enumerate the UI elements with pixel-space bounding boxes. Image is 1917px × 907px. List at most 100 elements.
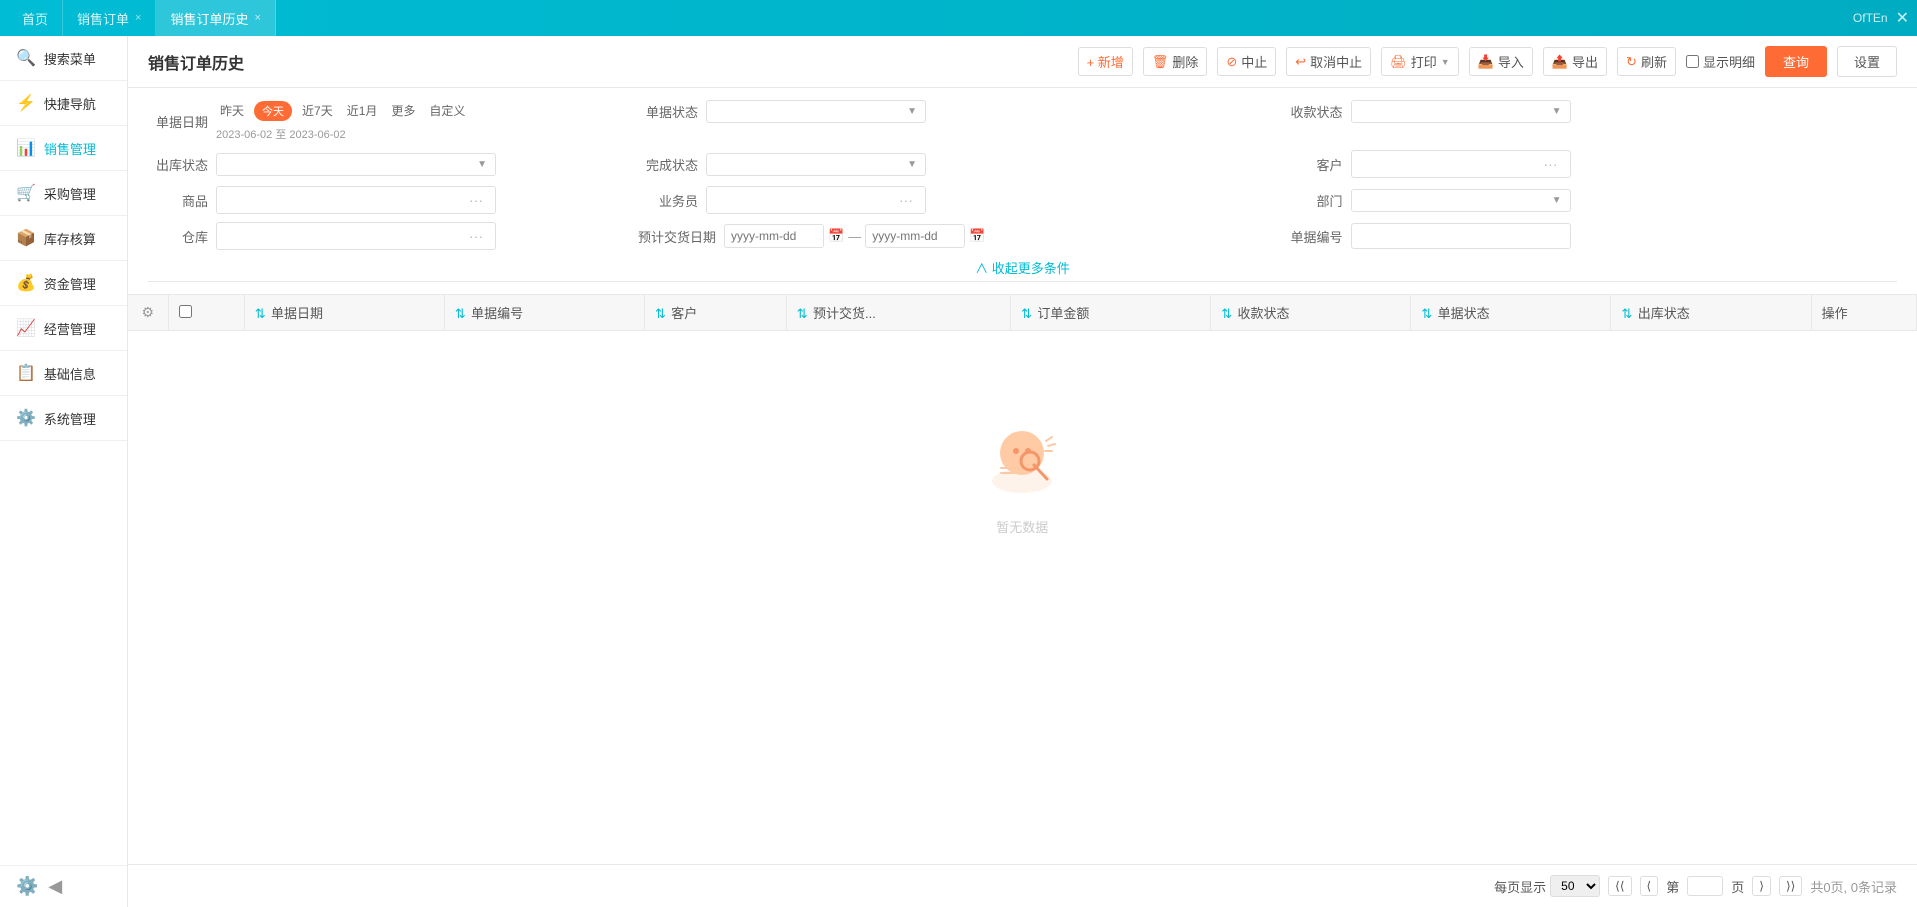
tab-sales-order-history-close[interactable]: ×	[254, 12, 260, 24]
tab-sales-order-history[interactable]: 销售订单历史 ×	[156, 0, 275, 36]
sidebar-item-sales-mgmt[interactable]: 📊 销售管理	[0, 126, 127, 171]
customer-label: 客户	[1283, 155, 1343, 174]
sidebar-item-inventory[interactable]: 📦 库存核算	[0, 216, 127, 261]
display-detail-checkbox[interactable]	[1686, 55, 1699, 68]
cancel-stop-button[interactable]: ↩ 取消中止	[1286, 47, 1371, 76]
complete-status-control: ▼	[706, 153, 1253, 176]
pagination-bar: 每页显示 50 100 200 ⟨⟨ ⟨ 第 1 页 ⟩ ⟩⟩ 共0页, 0条记…	[128, 864, 1917, 907]
print-button-label: 打印	[1411, 52, 1437, 71]
inventory-icon: 📦	[16, 228, 36, 248]
stop-icon: ⊘	[1226, 54, 1237, 70]
delivery-date-to[interactable]	[865, 224, 965, 248]
system-icon: ⚙️	[16, 408, 36, 428]
next-page-button[interactable]: ⟩	[1752, 876, 1771, 896]
date-option-7days[interactable]: 近7天	[298, 100, 337, 121]
tab-sales-order[interactable]: 销售订单 ×	[63, 0, 156, 36]
select-all-checkbox[interactable]	[179, 305, 192, 318]
order-number-input[interactable]	[1351, 223, 1571, 249]
department-label: 部门	[1283, 191, 1343, 210]
per-page-label: 每页显示	[1494, 877, 1546, 896]
tab-home[interactable]: 首页	[8, 0, 63, 36]
delivery-date-dash: —	[848, 229, 861, 244]
last-page-button[interactable]: ⟩⟩	[1779, 876, 1802, 896]
order-status-select[interactable]: ▼	[706, 100, 926, 123]
payment-status-select[interactable]: ▼	[1351, 100, 1571, 123]
page-number-input[interactable]: 1	[1687, 876, 1723, 896]
stop-button[interactable]: ⊘ 中止	[1217, 47, 1276, 76]
date-option-1month[interactable]: 近1月	[343, 100, 382, 121]
stop-button-label: 中止	[1241, 52, 1267, 71]
department-select[interactable]: ▼	[1351, 189, 1571, 212]
warehouse-dots-icon[interactable]: ···	[465, 228, 487, 244]
department-control: ▼	[1351, 189, 1898, 212]
sidebar-finance-label: 资金管理	[44, 274, 96, 293]
col-delivery-date[interactable]: ⇅ 预计交货...	[786, 295, 1010, 331]
order-status-sort-icon: ⇅	[1421, 306, 1432, 321]
export-button[interactable]: 📤 导出	[1543, 47, 1607, 76]
collapse-sidebar-icon[interactable]: ◀	[48, 876, 62, 897]
col-order-no[interactable]: ⇅ 单据编号	[444, 295, 644, 331]
display-detail-toggle[interactable]: 显示明细	[1686, 52, 1755, 71]
print-dropdown-icon[interactable]: ▼	[1441, 57, 1450, 67]
set-button[interactable]: 设置	[1837, 46, 1897, 77]
filter-customer: 客户 ···	[1283, 150, 1898, 178]
col-date[interactable]: ⇅ 单据日期	[244, 295, 444, 331]
col-customer[interactable]: ⇅ 客户	[644, 295, 786, 331]
query-button[interactable]: 查询	[1765, 46, 1827, 77]
window-close-icon[interactable]: ✕	[1896, 8, 1909, 28]
prev-page-button[interactable]: ⟨	[1640, 876, 1659, 896]
sidebar-item-finance[interactable]: 💰 资金管理	[0, 261, 127, 306]
basic-info-icon: 📋	[16, 363, 36, 383]
sidebar: 🔍 搜索菜单 ⚡ 快捷导航 📊 销售管理 🛒 采购管理 📦 库存核算 💰 资金管…	[0, 36, 128, 907]
product-dots-icon[interactable]: ···	[465, 192, 487, 208]
sidebar-sales-mgmt-label: 销售管理	[44, 139, 96, 158]
refresh-button[interactable]: ↻ 刷新	[1617, 47, 1676, 76]
often-label[interactable]: OfTEn	[1853, 11, 1888, 25]
table-body: 暂无数据	[128, 331, 1917, 617]
settings-bottom-icon[interactable]: ⚙️	[16, 876, 38, 897]
import-button[interactable]: 📥 导入	[1469, 47, 1533, 76]
delivery-date-to-cal-icon[interactable]: 📅	[969, 228, 985, 244]
sidebar-item-quick-nav[interactable]: ⚡ 快捷导航	[0, 81, 127, 126]
sidebar-item-operations[interactable]: 📈 经营管理	[0, 306, 127, 351]
date-option-more[interactable]: 更多	[387, 100, 419, 121]
delete-button-label: 删除	[1172, 52, 1198, 71]
delivery-date-from[interactable]	[724, 224, 824, 248]
collapse-bar[interactable]: ∧ 收起更多条件	[148, 254, 1897, 282]
sidebar-item-basic-info[interactable]: 📋 基础信息	[0, 351, 127, 396]
date-option-custom[interactable]: 自定义	[425, 100, 469, 121]
filter-order-number: 单据编号	[1283, 223, 1898, 249]
col-gear[interactable]: ⚙	[128, 295, 168, 331]
filter-date: 单据日期 昨天 今天 近7天 近1月 更多 自定义 2023-06-02 至 2…	[148, 100, 608, 142]
delete-button[interactable]: 🗑 删除	[1143, 47, 1208, 76]
print-button[interactable]: 🖨 打印 ▼	[1381, 47, 1458, 76]
date-option-today[interactable]: 今天	[254, 101, 292, 121]
page-title: 销售订单历史	[148, 50, 244, 74]
col-order-status[interactable]: ⇅ 单据状态	[1411, 295, 1611, 331]
tab-sales-order-close[interactable]: ×	[135, 12, 141, 24]
payment-status-arrow-icon: ▼	[1552, 106, 1562, 117]
col-amount[interactable]: ⇅ 订单金额	[1011, 295, 1211, 331]
display-detail-label: 显示明细	[1703, 52, 1755, 71]
col-customer-label: 客户	[671, 306, 697, 321]
salesperson-dots-icon[interactable]: ···	[895, 192, 917, 208]
col-warehouse-status[interactable]: ⇅ 出库状态	[1611, 295, 1811, 331]
gear-icon[interactable]: ⚙	[141, 304, 154, 320]
complete-status-select[interactable]: ▼	[706, 153, 926, 176]
filter-row-4: 仓库 ··· 预计交货日期 📅 — 📅	[148, 222, 1897, 250]
delivery-date-from-cal-icon[interactable]: 📅	[828, 228, 844, 244]
warehouse-status-select[interactable]: ▼	[216, 153, 496, 176]
customer-dots-icon[interactable]: ···	[1540, 156, 1562, 172]
delete-icon: 🗑	[1152, 54, 1169, 70]
top-bar: 首页 销售订单 × 销售订单历史 × OfTEn ✕	[0, 0, 1917, 36]
toolbar: + 新增 🗑 删除 ⊘ 中止 ↩ 取消中止 🖨 打印 ▼	[1078, 46, 1897, 77]
new-button[interactable]: + 新增	[1078, 47, 1133, 76]
first-page-button[interactable]: ⟨⟨	[1608, 876, 1631, 896]
sidebar-item-purchase-mgmt[interactable]: 🛒 采购管理	[0, 171, 127, 216]
sidebar-item-search-menu[interactable]: 🔍 搜索菜单	[0, 36, 127, 81]
tab-home-label: 首页	[22, 9, 48, 28]
sidebar-item-system[interactable]: ⚙️ 系统管理	[0, 396, 127, 441]
date-option-yesterday[interactable]: 昨天	[216, 100, 248, 121]
col-payment-status[interactable]: ⇅ 收款状态	[1211, 295, 1411, 331]
page-size-dropdown[interactable]: 50 100 200	[1550, 875, 1600, 897]
